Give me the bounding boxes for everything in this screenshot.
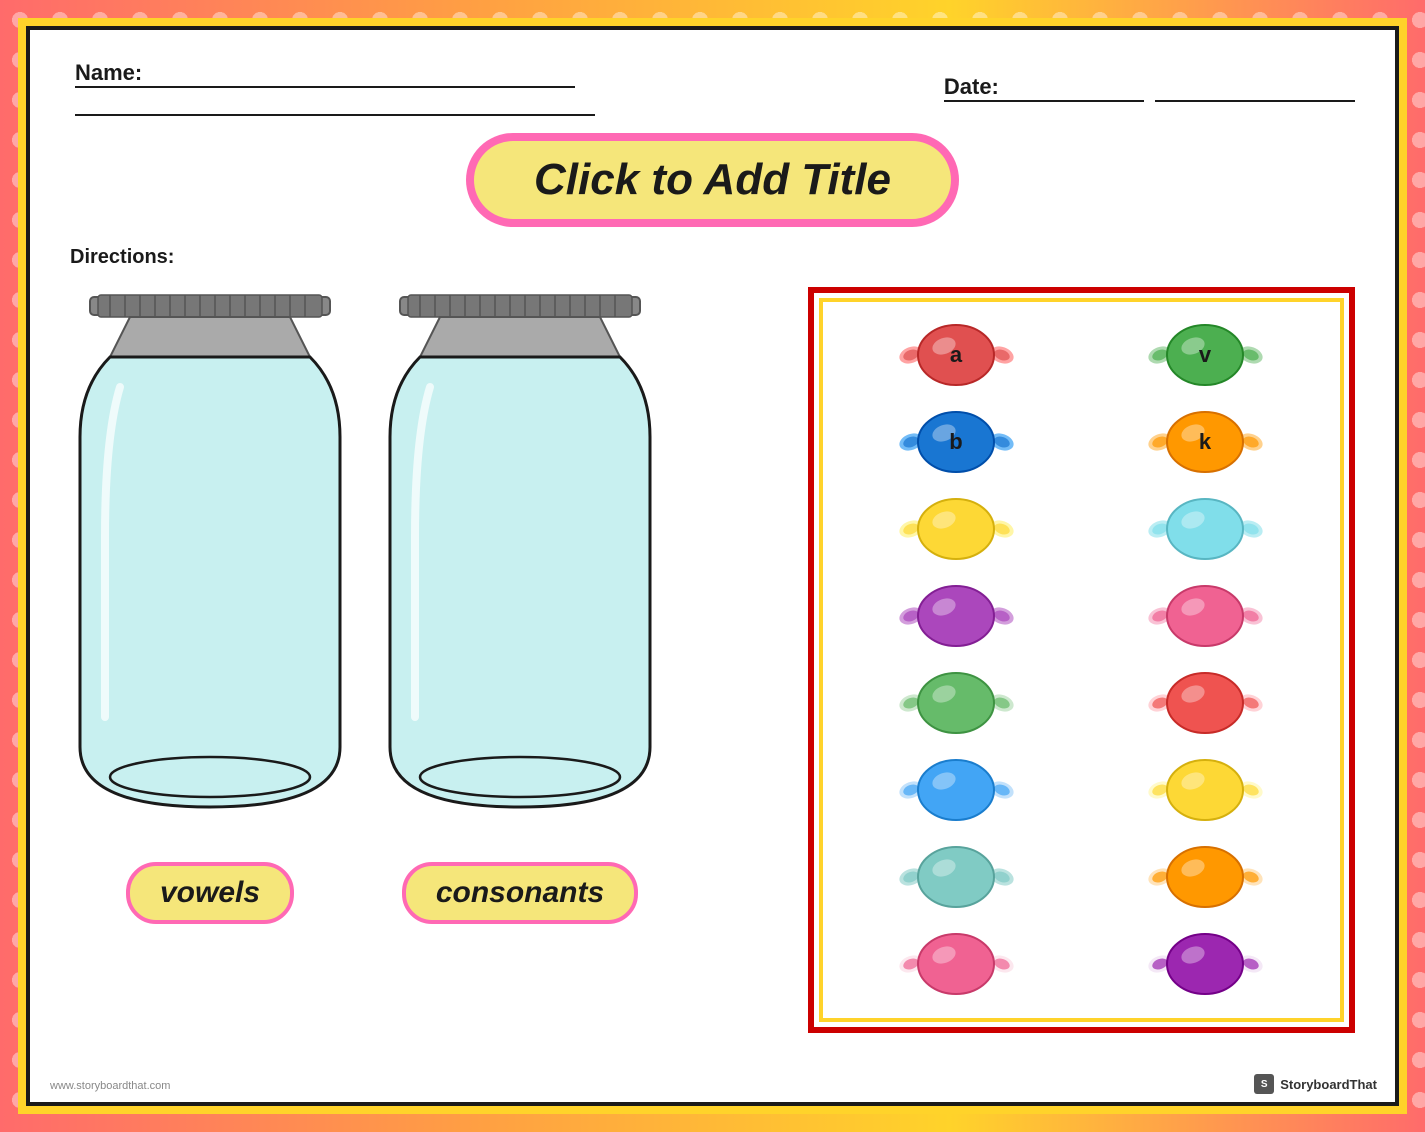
storyboard-icon: S [1254,1074,1274,1094]
jar1-label: vowels [126,862,294,924]
candy-item-16[interactable] [1087,927,1324,1002]
candy-item-3[interactable]: b [839,405,1076,480]
candy-item-1[interactable]: a [839,318,1076,393]
main-row: vowels [70,287,1355,1033]
date-field: Date: [939,74,1355,102]
date-label: Date: [944,74,1144,102]
candy-item-2[interactable]: v [1087,318,1324,393]
candy-item-7[interactable] [839,579,1076,654]
bottom-watermark-text: www.storyboardthat.com [50,1080,170,1092]
storyboardthat-watermark: S StoryboardThat [1254,1074,1377,1094]
date-line [1155,74,1355,102]
svg-text:v: v [1199,342,1212,367]
jar1-container: vowels [70,287,350,924]
name-line [75,88,595,116]
candy-grid: a v b k [829,308,1334,1012]
candy-item-14[interactable] [1087,840,1324,915]
candy-item-13[interactable] [839,840,1076,915]
candy-item-9[interactable] [839,666,1076,741]
title-banner[interactable]: Click to Add Title [469,136,956,224]
jar1-svg [70,287,350,847]
directions-label: Directions: [70,246,1355,269]
name-label: Name: [75,60,575,88]
outer-border: Name: Date: Click to Add Title Direction… [0,0,1425,1132]
candy-item-6[interactable] [1087,492,1324,567]
jar-section: vowels [70,287,778,924]
svg-text:b: b [950,429,963,454]
svg-text:k: k [1199,429,1212,454]
candy-panel: a v b k [808,287,1355,1033]
jar2-container: consonants [380,287,660,924]
jar2-label: consonants [402,862,638,924]
candy-item-4[interactable]: k [1087,405,1324,480]
title-banner-wrapper: Click to Add Title [70,136,1355,224]
candy-item-15[interactable] [839,927,1076,1002]
candy-item-5[interactable] [839,492,1076,567]
candy-item-8[interactable] [1087,579,1324,654]
content-area: Name: Date: Click to Add Title Direction… [26,26,1399,1106]
name-date-row: Name: Date: [70,60,1355,116]
candy-item-11[interactable] [839,753,1076,828]
jar2-svg [380,287,660,847]
name-field: Name: [70,60,939,116]
svg-text:a: a [950,342,963,367]
candy-item-12[interactable] [1087,753,1324,828]
watermark-text: StoryboardThat [1280,1077,1377,1092]
candy-item-10[interactable] [1087,666,1324,741]
